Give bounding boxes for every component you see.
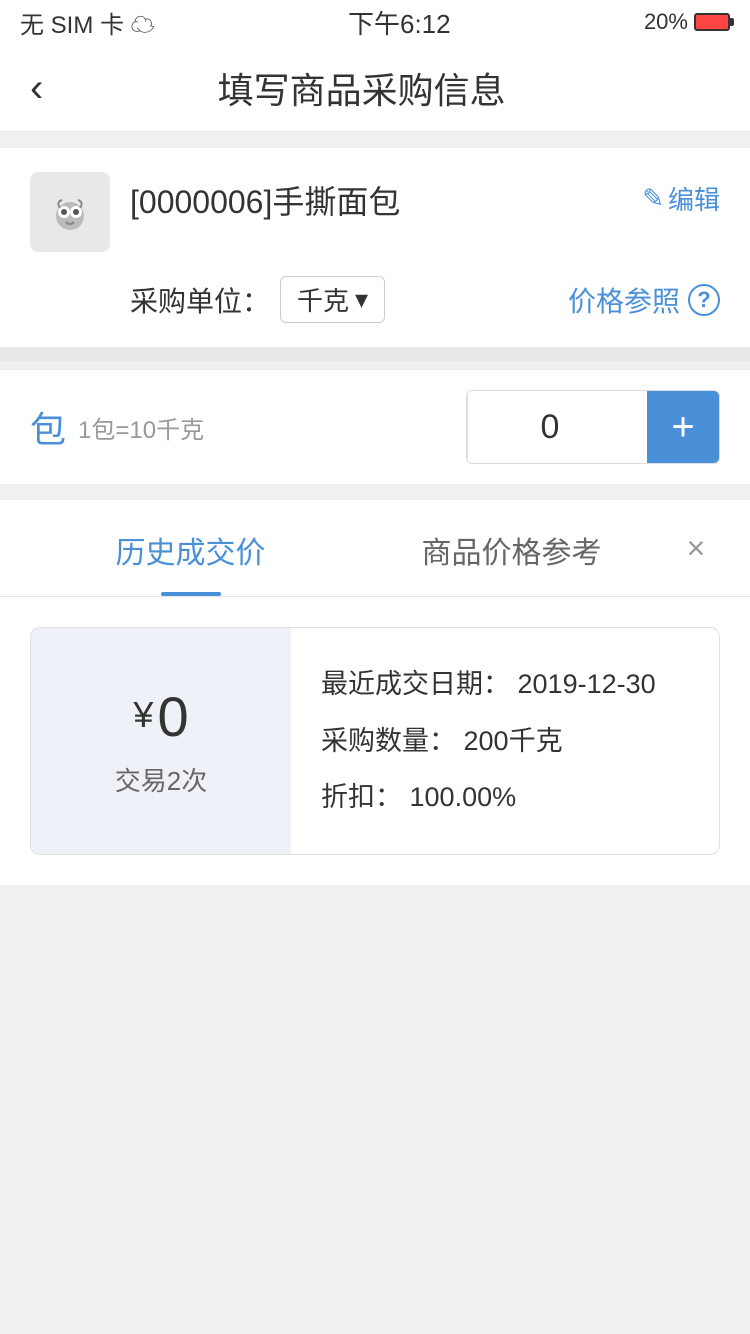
- status-left: 无 SIM 卡 ☁: [20, 5, 155, 40]
- quantity-input[interactable]: [467, 391, 647, 463]
- recent-date-label: 最近成交日期：: [321, 669, 510, 699]
- currency-symbol: ¥: [133, 684, 153, 736]
- tabs-section: 历史成交价 商品价格参考 × ¥ 0 交易2次 最近成交日期： 2019-12-…: [0, 500, 750, 885]
- price-card-left: ¥ 0 交易2次: [31, 628, 291, 854]
- status-bar: 无 SIM 卡 ☁ 下午6:12 20%: [0, 0, 750, 44]
- page-title: 填写商品采购信息: [63, 62, 660, 114]
- purchase-unit-label: 采购单位：: [130, 280, 270, 320]
- discount-row: 折扣： 100.00%: [321, 777, 689, 818]
- price-amount: ¥ 0: [133, 684, 188, 749]
- dropdown-arrow-icon: ▾: [355, 284, 368, 315]
- recent-date-value: 2019-12-30: [518, 669, 656, 699]
- tab-product-price-ref[interactable]: 商品价格参考: [351, 500, 672, 596]
- product-card: [0000006]手撕面包 ✎ 编辑 采购单位： 千克 ▾ 价格参照 ?: [0, 148, 750, 347]
- quantity-unit-label: 包: [30, 401, 66, 453]
- network-label: 无 SIM 卡 ☁: [20, 5, 155, 40]
- price-card-right: 最近成交日期： 2019-12-30 采购数量： 200千克 折扣： 100.0…: [291, 628, 719, 854]
- status-right: 20%: [644, 9, 730, 35]
- tab-history-price[interactable]: 历史成交价: [30, 500, 351, 596]
- quantity-conversion-note: 1包=10千克: [78, 410, 204, 445]
- quantity-label-wrap: 包 1包=10千克: [30, 401, 204, 453]
- edit-button[interactable]: ✎ 编辑: [642, 172, 720, 217]
- edit-label: 编辑: [668, 180, 720, 217]
- quantity-controls: +: [466, 390, 720, 464]
- unit-value: 千克: [297, 281, 349, 318]
- product-row-bottom: 采购单位： 千克 ▾ 价格参照 ?: [30, 276, 720, 323]
- divider-strip: [0, 347, 750, 361]
- purchase-qty-value: 200千克: [464, 726, 563, 756]
- price-reference-button[interactable]: 价格参照 ?: [568, 280, 720, 320]
- quantity-row: 包 1包=10千克 +: [0, 370, 750, 484]
- price-ref-label: 价格参照: [568, 280, 680, 320]
- tab-close-button[interactable]: ×: [672, 524, 720, 572]
- edit-icon: ✎: [642, 183, 664, 214]
- back-button[interactable]: ‹: [30, 68, 43, 108]
- price-transactions: 交易2次: [115, 761, 207, 798]
- product-row-top: [0000006]手撕面包 ✎ 编辑: [30, 172, 720, 252]
- quantity-section: 包 1包=10千克 +: [0, 369, 750, 484]
- unit-select-dropdown[interactable]: 千克 ▾: [280, 276, 385, 323]
- price-cards-container: ¥ 0 交易2次 最近成交日期： 2019-12-30 采购数量： 200千克 …: [0, 597, 750, 885]
- nav-bar: ‹ 填写商品采购信息: [0, 44, 750, 132]
- battery-icon: [694, 13, 730, 31]
- status-time: 下午6:12: [348, 4, 451, 41]
- discount-value: 100.00%: [410, 782, 517, 812]
- battery-percent: 20%: [644, 9, 688, 35]
- price-card: ¥ 0 交易2次 最近成交日期： 2019-12-30 采购数量： 200千克 …: [30, 627, 720, 855]
- price-value: 0: [157, 684, 188, 749]
- quantity-plus-button[interactable]: +: [647, 391, 719, 463]
- tabs-header: 历史成交价 商品价格参考 ×: [0, 500, 750, 597]
- product-thumbnail: [30, 172, 110, 252]
- recent-date-row: 最近成交日期： 2019-12-30: [321, 664, 689, 705]
- product-name: [0000006]手撕面包: [130, 172, 400, 225]
- purchase-unit: 采购单位： 千克 ▾: [130, 276, 385, 323]
- product-left: [0000006]手撕面包: [30, 172, 400, 252]
- info-icon: ?: [688, 284, 720, 316]
- purchase-qty-label: 采购数量：: [321, 726, 456, 756]
- owl-logo-icon: [46, 188, 94, 236]
- purchase-qty-row: 采购数量： 200千克: [321, 721, 689, 762]
- discount-label: 折扣：: [321, 782, 402, 812]
